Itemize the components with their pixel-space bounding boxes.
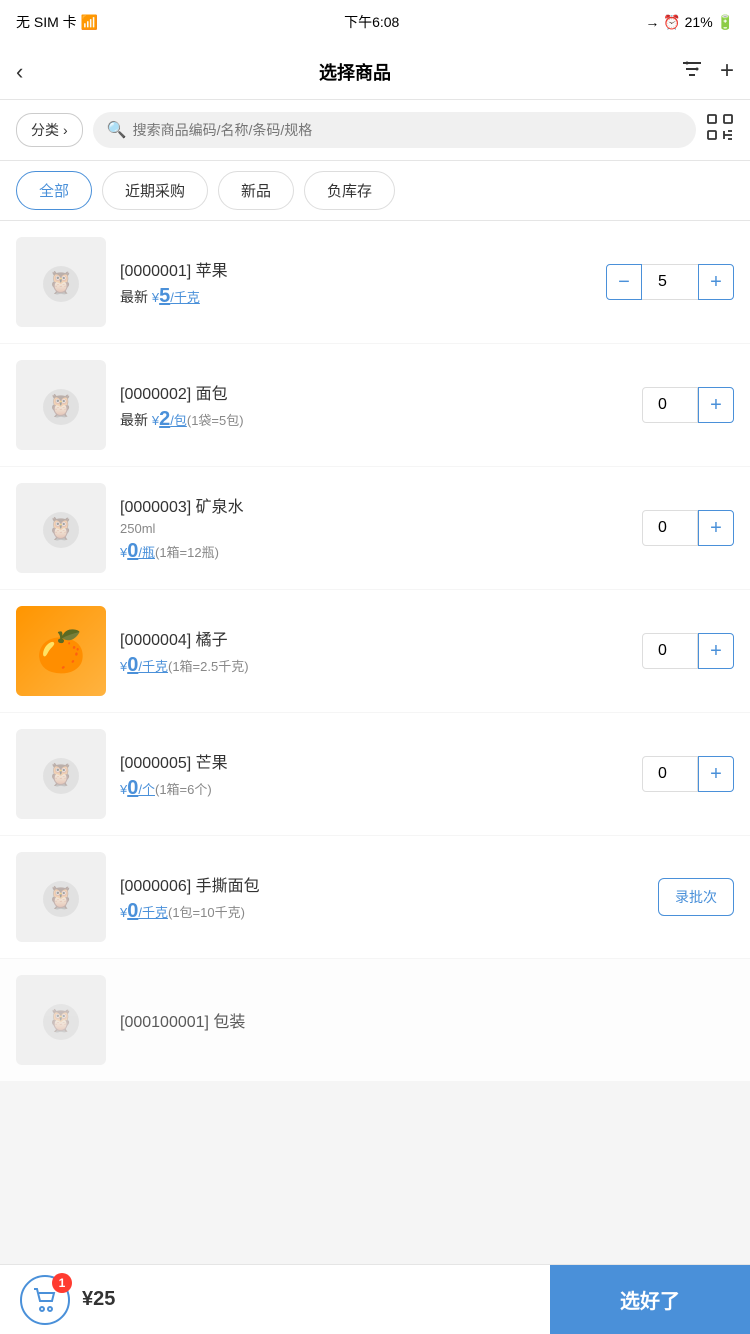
quantity-increase-button[interactable]: + — [698, 387, 734, 423]
product-image: 🦉 — [16, 360, 106, 450]
quantity-control: + — [642, 510, 734, 546]
page-title: 选择商品 — [56, 59, 654, 85]
list-item: 🍊 [0000004] 橘子 ¥0/千克(1箱=2.5千克) + — [0, 590, 750, 712]
scan-icon[interactable] — [706, 113, 734, 147]
svg-text:🦉: 🦉 — [47, 885, 74, 910]
product-name: [0000003] 矿泉水 — [120, 493, 628, 517]
cart-icon[interactable]: 1 — [20, 1275, 70, 1325]
back-button[interactable]: ‹ — [16, 59, 56, 85]
quantity-input[interactable] — [642, 387, 698, 423]
filter-bar: 分类 › 🔍 — [0, 100, 750, 161]
product-image: 🦉 — [16, 975, 106, 1065]
product-info: [0000005] 芒果 ¥0/个(1箱=6个) — [120, 749, 628, 800]
product-image: 🦉 — [16, 237, 106, 327]
list-item: 🦉 [000100001] 包装 — [0, 959, 750, 1081]
product-info: [000100001] 包装 — [120, 1008, 734, 1032]
quantity-increase-button[interactable]: + — [698, 633, 734, 669]
product-name: [0000004] 橘子 — [120, 626, 628, 650]
quantity-increase-button[interactable]: + — [698, 756, 734, 792]
search-icon: 🔍 — [107, 120, 127, 140]
product-price: 最新 ¥5/千克 — [120, 285, 592, 308]
svg-text:🦉: 🦉 — [47, 1008, 74, 1033]
quantity-control: + — [642, 756, 734, 792]
cart-total: ¥25 — [82, 1288, 115, 1311]
category-button[interactable]: 分类 › — [16, 113, 83, 147]
batch-button[interactable]: 录批次 — [658, 878, 734, 916]
svg-text:🦉: 🦉 — [47, 393, 74, 418]
nav-bar: ‹ 选择商品 + — [0, 44, 750, 100]
list-item: 🦉 [0000002] 面包 最新 ¥2/包(1袋=5包) + — [0, 344, 750, 466]
product-image: 🍊 — [16, 606, 106, 696]
tab-recent[interactable]: 近期采购 — [102, 171, 208, 210]
quantity-input[interactable] — [642, 633, 698, 669]
cart-section: 1 ¥25 — [0, 1275, 550, 1325]
quantity-control: + — [642, 387, 734, 423]
product-info: [0000002] 面包 最新 ¥2/包(1袋=5包) — [120, 380, 628, 431]
product-image: 🦉 — [16, 729, 106, 819]
status-time: 下午6:08 — [344, 12, 399, 32]
product-image: 🦉 — [16, 852, 106, 942]
list-item: 🦉 [0000006] 手撕面包 ¥0/千克(1包=10千克) 录批次 — [0, 836, 750, 958]
product-name: [0000005] 芒果 — [120, 749, 628, 773]
tab-all[interactable]: 全部 — [16, 171, 92, 210]
product-name: [0000001] 苹果 — [120, 257, 592, 281]
product-list: 🦉 [0000001] 苹果 最新 ¥5/千克 − + 🦉 [0000002] … — [0, 221, 750, 1081]
search-input[interactable] — [133, 122, 682, 138]
quantity-input[interactable] — [642, 510, 698, 546]
list-item: 🦉 [0000001] 苹果 最新 ¥5/千克 − + — [0, 221, 750, 343]
product-info: [0000003] 矿泉水 250ml ¥0/瓶(1箱=12瓶) — [120, 493, 628, 563]
quantity-control: + — [642, 633, 734, 669]
product-info: [0000001] 苹果 最新 ¥5/千克 — [120, 257, 592, 308]
nav-actions: + — [654, 57, 734, 87]
filter-icon[interactable] — [680, 57, 704, 87]
quantity-input[interactable] — [642, 264, 698, 300]
confirm-button[interactable]: 选好了 — [550, 1265, 750, 1334]
status-right: → ⏰ 21% 🔋 — [645, 14, 734, 31]
add-icon[interactable]: + — [720, 57, 734, 87]
svg-text:🦉: 🦉 — [47, 270, 74, 295]
product-name: [000100001] 包装 — [120, 1008, 734, 1032]
status-bar: 无 SIM 卡 📶 下午6:08 → ⏰ 21% 🔋 — [0, 0, 750, 44]
bottom-bar: 1 ¥25 选好了 — [0, 1264, 750, 1334]
cart-badge: 1 — [52, 1273, 72, 1293]
product-name: [0000002] 面包 — [120, 380, 628, 404]
list-item: 🦉 [0000003] 矿泉水 250ml ¥0/瓶(1箱=12瓶) + — [0, 467, 750, 589]
quantity-control: − + — [606, 264, 734, 300]
product-name: [0000006] 手撕面包 — [120, 872, 644, 896]
quantity-input[interactable] — [642, 756, 698, 792]
list-item: 🦉 [0000005] 芒果 ¥0/个(1箱=6个) + — [0, 713, 750, 835]
search-box: 🔍 — [93, 112, 696, 148]
quantity-increase-button[interactable]: + — [698, 510, 734, 546]
tab-bar: 全部 近期采购 新品 负库存 — [0, 161, 750, 221]
tab-negative[interactable]: 负库存 — [304, 171, 395, 210]
chevron-right-icon: › — [63, 122, 68, 138]
product-info: [0000004] 橘子 ¥0/千克(1箱=2.5千克) — [120, 626, 628, 677]
product-price: ¥0/个(1箱=6个) — [120, 777, 628, 800]
svg-text:🦉: 🦉 — [47, 762, 74, 787]
quantity-increase-button[interactable]: + — [698, 264, 734, 300]
quantity-decrease-button[interactable]: − — [606, 264, 642, 300]
svg-text:🦉: 🦉 — [47, 516, 74, 541]
status-left: 无 SIM 卡 📶 — [16, 12, 98, 32]
product-image: 🦉 — [16, 483, 106, 573]
product-info: [0000006] 手撕面包 ¥0/千克(1包=10千克) — [120, 872, 644, 923]
product-price: ¥0/千克(1箱=2.5千克) — [120, 654, 628, 677]
product-price: 最新 ¥2/包(1袋=5包) — [120, 408, 628, 431]
product-price: ¥0/瓶(1箱=12瓶) — [120, 540, 628, 563]
product-spec: 250ml — [120, 521, 628, 536]
product-price: ¥0/千克(1包=10千克) — [120, 900, 644, 923]
tab-new[interactable]: 新品 — [218, 171, 294, 210]
